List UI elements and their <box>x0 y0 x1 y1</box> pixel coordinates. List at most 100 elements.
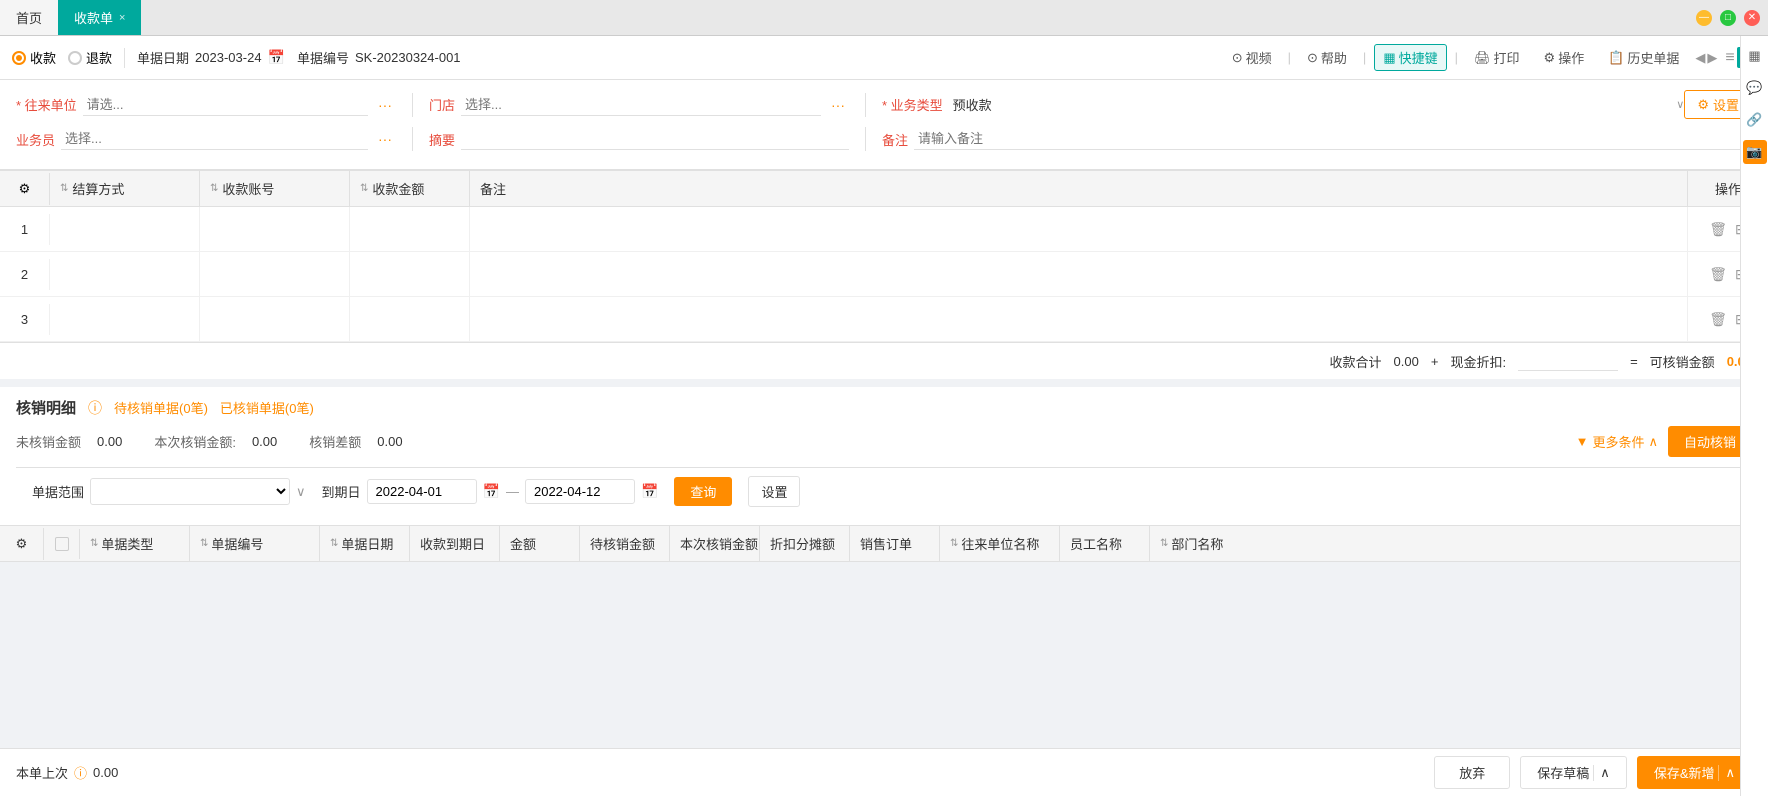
cell-account-2[interactable] <box>200 252 350 296</box>
cell-settle-3[interactable] <box>50 297 200 341</box>
sidebar-link-icon[interactable]: 🔗 <box>1743 108 1767 132</box>
delete-icon-1[interactable]: 🗑 <box>1709 221 1727 238</box>
radio-receipt-label: 收款 <box>30 48 56 67</box>
footer-info-icon[interactable]: ⓘ <box>74 763 87 782</box>
business-type-dropdown-icon[interactable]: ∨ <box>1676 98 1684 111</box>
delete-icon-2[interactable]: 🗑 <box>1709 266 1727 283</box>
sidebar-table-icon[interactable]: ▦ <box>1743 44 1767 68</box>
from-unit-more-button[interactable]: ··· <box>374 97 396 113</box>
cell-note-1[interactable] <box>470 207 1688 251</box>
cell-amount-1[interactable] <box>350 207 470 251</box>
shortcut-icon: ▦ <box>1383 50 1395 66</box>
staff-more-button[interactable]: ··· <box>374 131 396 147</box>
sort-dept-icon[interactable]: ⇅ <box>1160 538 1168 549</box>
calendar-icon[interactable]: 📅 <box>268 49 285 66</box>
calendar-from-icon[interactable]: 📅 <box>483 483 500 500</box>
due-date-from-input[interactable] <box>367 479 477 504</box>
video-button[interactable]: ⊙ 视频 <box>1224 45 1280 70</box>
col-settle-header: ⇅ 结算方式 <box>50 171 200 206</box>
history-button[interactable]: 📋 历史单据 <box>1600 45 1687 70</box>
from-unit-field: * 往来单位 ··· <box>16 94 396 116</box>
staff-input[interactable] <box>61 128 368 150</box>
from-unit-input[interactable] <box>83 94 368 116</box>
table-header: ⚙ ⇅ 结算方式 ⇅ 收款账号 ⇅ 收款金额 备注 操作 <box>0 170 1768 207</box>
sidebar-chat-icon[interactable]: 💬 <box>1743 76 1767 100</box>
sort-date-icon[interactable]: ⇅ <box>330 538 338 549</box>
abandon-button[interactable]: 放弃 <box>1434 756 1510 789</box>
print-icon: 🖨 <box>1474 50 1491 66</box>
cell-note-2[interactable] <box>470 252 1688 296</box>
cell-note-3[interactable] <box>470 297 1688 341</box>
store-input[interactable] <box>461 94 821 116</box>
radio-refund[interactable]: 退款 <box>68 48 112 67</box>
cell-amount-2[interactable] <box>350 252 470 296</box>
print-button[interactable]: 🖨 打印 <box>1466 45 1528 70</box>
sort-type-icon[interactable]: ⇅ <box>90 538 98 549</box>
more-conditions-button[interactable]: ▼ 更多条件 ∧ <box>1576 432 1658 451</box>
history-icon: 📋 <box>1608 50 1624 66</box>
cell-amount-3[interactable] <box>350 297 470 341</box>
sort-icon[interactable]: ⇅ <box>60 183 68 194</box>
store-label: 门店 <box>429 95 455 114</box>
cell-settle-2[interactable] <box>50 252 200 296</box>
shortcut-button[interactable]: ▦ 快捷键 <box>1374 44 1446 71</box>
range-select[interactable] <box>90 478 290 505</box>
table-gear-icon[interactable]: ⚙ <box>19 181 31 197</box>
receipt-table: ⚙ ⇅ 结算方式 ⇅ 收款账号 ⇅ 收款金额 备注 操作 1 🗑 ⊞ <box>0 170 1768 342</box>
save-new-button[interactable]: 保存&新增 ∧ <box>1637 756 1752 789</box>
sort-icon-amount[interactable]: ⇅ <box>360 183 368 194</box>
store-more-button[interactable]: ··· <box>827 97 849 113</box>
save-new-dropdown-icon[interactable]: ∧ <box>1718 765 1735 781</box>
sidebar-camera-icon[interactable]: 📷 <box>1743 140 1767 164</box>
total-label: 收款合计 <box>1330 352 1382 371</box>
due-date-to-input[interactable] <box>525 479 635 504</box>
sort-company-icon[interactable]: ⇅ <box>950 538 958 549</box>
cell-account-1[interactable] <box>200 207 350 251</box>
help-button[interactable]: ⊙ 帮助 <box>1299 45 1355 70</box>
verify-info-icon[interactable]: ⓘ <box>88 398 102 418</box>
verify-settings-button[interactable]: 设置 <box>748 476 800 507</box>
btcol-company-header: ⇅ 往来单位名称 <box>940 526 1060 561</box>
delete-icon-3[interactable]: 🗑 <box>1709 311 1727 328</box>
filter-form-row: 单据范围 ∨ 到期日 📅 — 📅 查询 设置 <box>32 476 1736 507</box>
btcol-gear-icon[interactable]: ⚙ <box>16 536 28 552</box>
save-draft-button[interactable]: 保存草稿 ∧ <box>1520 756 1627 789</box>
total-value: 0.00 <box>1394 354 1419 369</box>
remark-input[interactable] <box>914 128 1752 150</box>
summary-input[interactable] <box>461 128 849 150</box>
prev-arrow[interactable]: ◀ <box>1695 50 1705 66</box>
sort-no-icon[interactable]: ⇅ <box>200 538 208 549</box>
summary-field: 摘要 <box>429 128 849 150</box>
btcol-gear[interactable]: ⚙ <box>0 528 44 560</box>
verify-header: 核销明细 ⓘ 待核销单据(0笔) 已核销单据(0笔) <box>16 397 1752 418</box>
date-value: 2023-03-24 <box>195 50 262 65</box>
tab-home[interactable]: 首页 <box>0 0 58 35</box>
tab-close-icon[interactable]: × <box>119 12 125 24</box>
footer-value: 0.00 <box>93 765 118 780</box>
sort-icon-account[interactable]: ⇅ <box>210 183 218 194</box>
save-draft-dropdown-icon[interactable]: ∧ <box>1593 765 1610 781</box>
tab-receipt[interactable]: 收款单 × <box>58 0 141 35</box>
window-close-button[interactable]: ✕ <box>1744 10 1760 26</box>
btcol-this-header: 本次核销金额 <box>670 526 760 561</box>
window-minimize-button[interactable]: — <box>1696 10 1712 26</box>
operation-button[interactable]: ⚙ 操作 <box>1536 45 1593 70</box>
no-label: 单据编号 <box>297 48 349 67</box>
query-button[interactable]: 查询 <box>674 477 732 506</box>
next-arrow[interactable]: ▶ <box>1707 50 1717 66</box>
table-gear-cell[interactable]: ⚙ <box>0 173 50 205</box>
list-view-icon[interactable]: ≡ <box>1725 49 1734 67</box>
select-all-checkbox[interactable] <box>55 537 69 551</box>
done-tab[interactable]: 已核销单据(0笔) <box>220 398 314 417</box>
window-maximize-button[interactable]: □ <box>1720 10 1736 26</box>
cell-settle-1[interactable] <box>50 207 200 251</box>
discount-input[interactable] <box>1518 351 1618 371</box>
btcol-type-header: ⇅ 单据类型 <box>80 526 190 561</box>
cell-account-3[interactable] <box>200 297 350 341</box>
pending-tab[interactable]: 待核销单据(0笔) <box>114 398 208 417</box>
due-date-label: 到期日 <box>322 482 361 501</box>
radio-receipt[interactable]: 收款 <box>12 48 56 67</box>
section-gap <box>0 379 1768 387</box>
calendar-to-icon[interactable]: 📅 <box>641 483 658 500</box>
date-label: 单据日期 <box>137 48 189 67</box>
